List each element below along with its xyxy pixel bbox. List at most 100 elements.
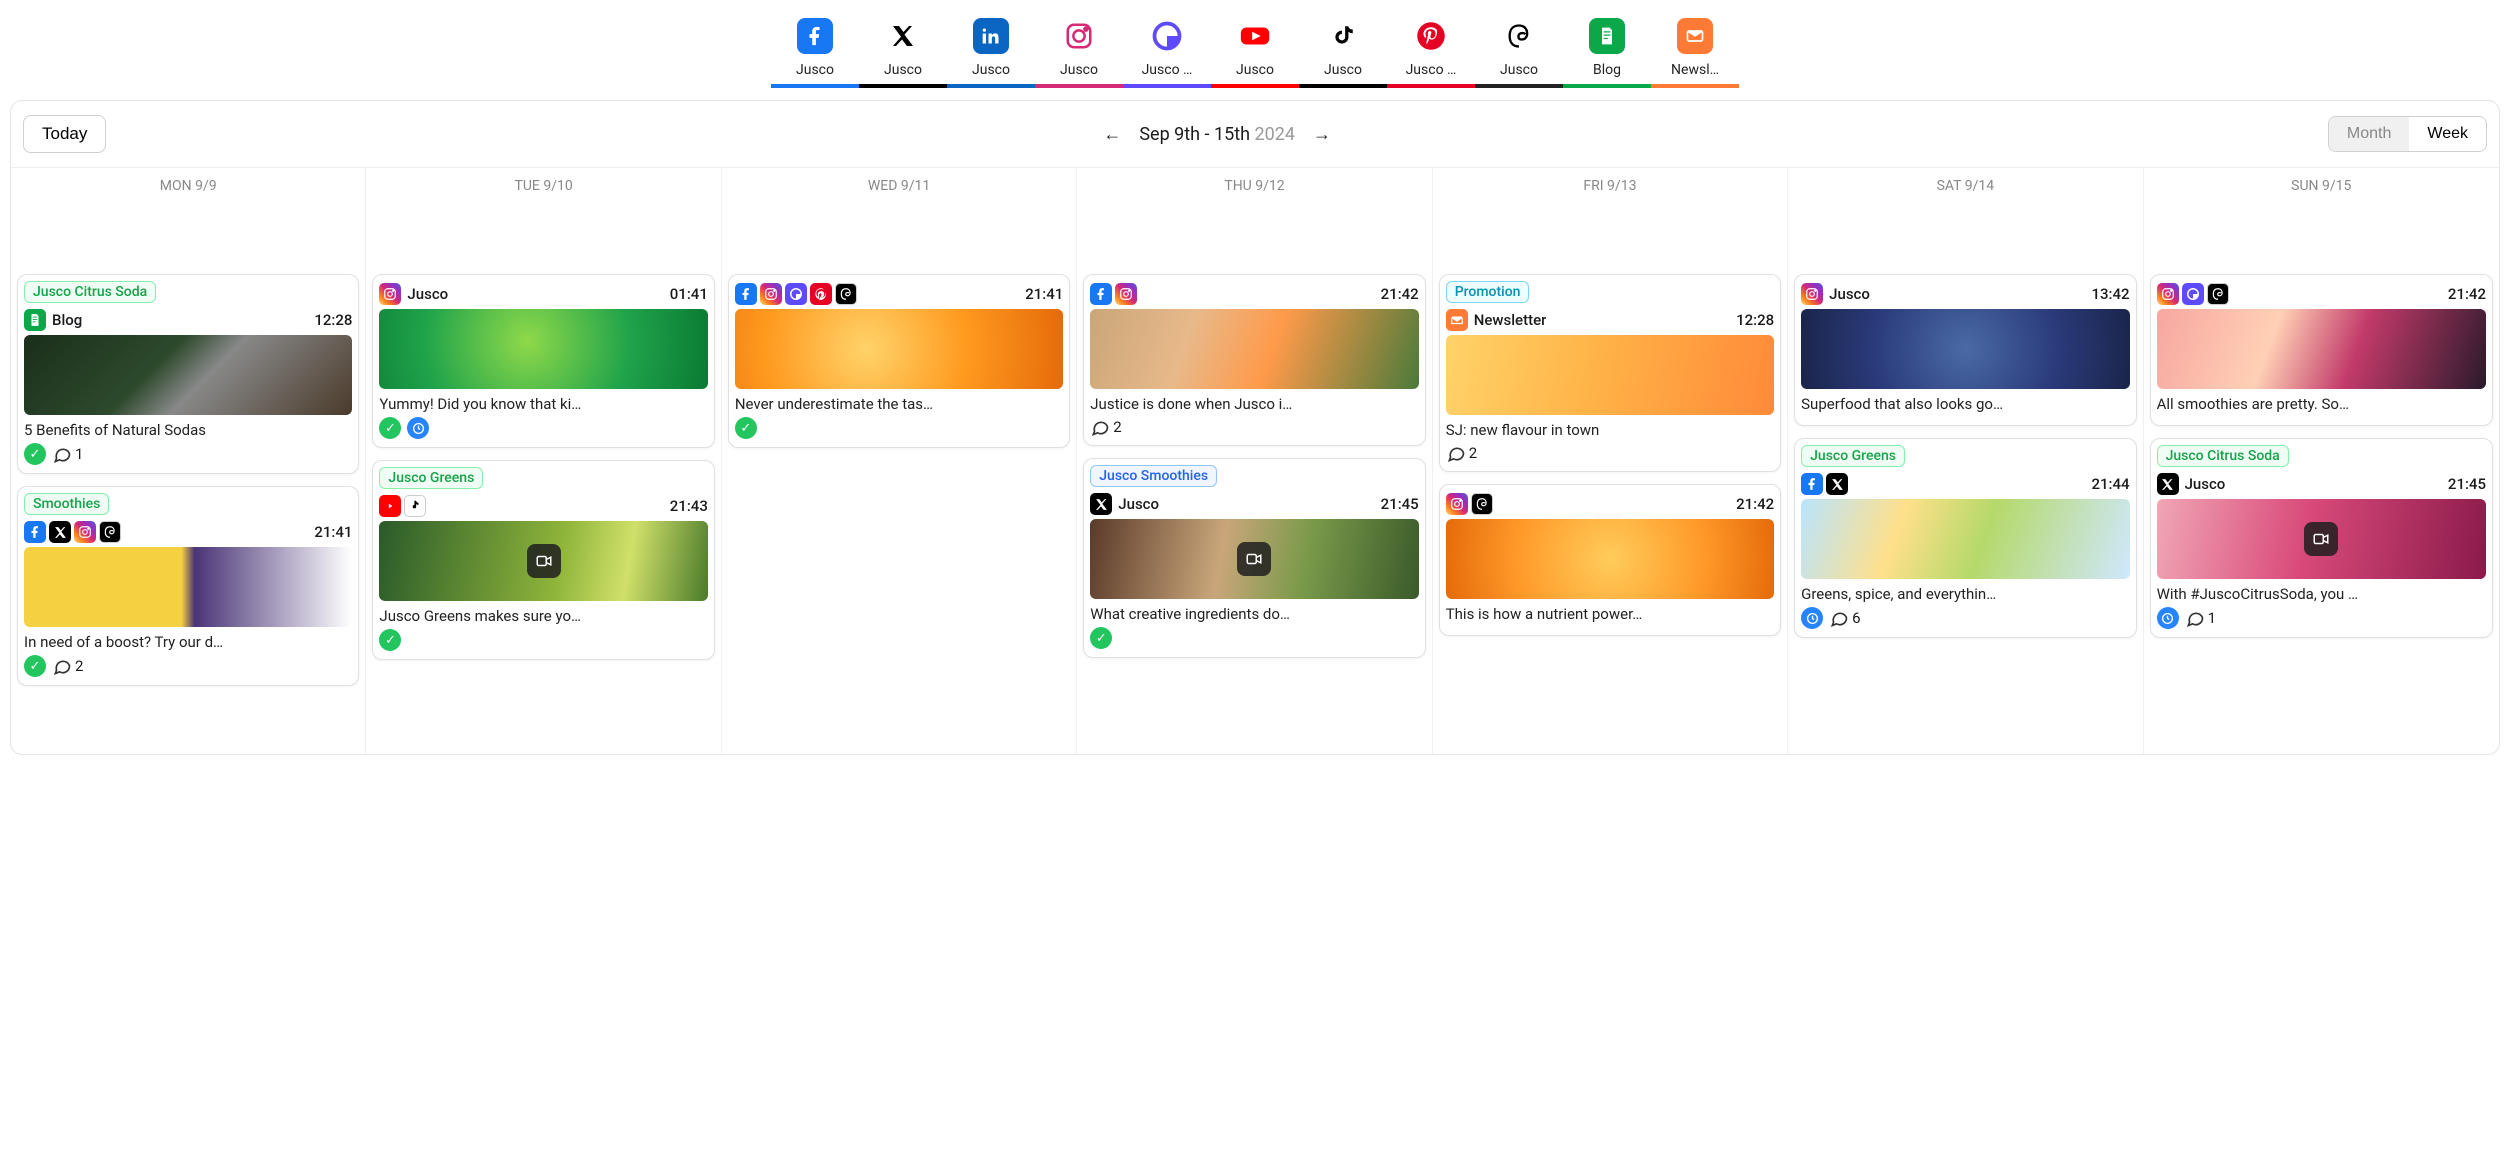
approved-icon: ✓	[24, 443, 46, 465]
channel-tab-youtube[interactable]: Jusco	[1211, 18, 1299, 88]
day-column-mon[interactable]: Jusco Citrus SodaBlog12:285 Benefits of …	[11, 204, 366, 754]
card-thumbnail	[735, 309, 1063, 389]
gbp-icon	[785, 283, 807, 305]
x-icon	[1826, 473, 1848, 495]
channel-tab-blog[interactable]: Blog	[1563, 18, 1651, 88]
card-time: 21:45	[2448, 475, 2486, 493]
platform-icons	[24, 309, 46, 331]
news-icon	[1677, 18, 1713, 54]
card-tag: Jusco Citrus Soda	[24, 281, 156, 303]
post-card[interactable]: Jusco01:41Yummy! Did you know that ki…✓	[372, 274, 714, 448]
platform-icons	[1801, 473, 1848, 495]
card-caption: 5 Benefits of Natural Sodas	[24, 421, 352, 439]
prev-week-button[interactable]: ←	[1103, 124, 1121, 145]
channel-tab-gbp[interactable]: Jusco …	[1123, 18, 1211, 88]
card-source-row: 21:43	[379, 495, 707, 517]
channel-tab-news[interactable]: Newsl…	[1651, 18, 1739, 88]
card-caption: SJ: new flavour in town	[1446, 421, 1774, 439]
comment-count[interactable]: 2	[1446, 443, 1477, 463]
post-card[interactable]: Jusco Citrus SodaBlog12:285 Benefits of …	[17, 274, 359, 474]
channel-label: Jusco	[1236, 62, 1274, 78]
date-range-text: Sep 9th - 15th	[1139, 124, 1250, 145]
platform-icons	[2157, 473, 2179, 495]
post-card[interactable]: PromotionNewsletter12:28SJ: new flavour …	[1439, 274, 1781, 472]
linkedin-icon	[973, 18, 1009, 54]
channel-label: Jusco	[1060, 62, 1098, 78]
comment-count[interactable]: 2	[1090, 417, 1121, 437]
card-caption: In need of a boost? Try our d…	[24, 633, 352, 651]
card-time: 13:42	[2092, 285, 2130, 303]
video-icon	[1237, 542, 1271, 576]
instagram-icon	[760, 283, 782, 305]
card-status-row: ✓	[1090, 627, 1418, 649]
next-week-button[interactable]: →	[1313, 124, 1331, 145]
post-card[interactable]: 21:42All smoothies are pretty. So…	[2150, 274, 2493, 426]
post-card[interactable]: 21:41Never underestimate the tas…✓	[728, 274, 1070, 448]
day-header: SAT 9/14	[1788, 168, 2143, 204]
platform-icons	[735, 283, 857, 305]
scheduled-icon	[1801, 607, 1823, 629]
card-status-row: 2	[1090, 417, 1418, 437]
post-card[interactable]: Smoothies21:41In need of a boost? Try ou…	[17, 486, 359, 686]
card-source-row: 21:41	[24, 521, 352, 543]
card-tag: Jusco Greens	[1801, 445, 1905, 467]
card-time: 12:28	[314, 311, 352, 329]
comment-count[interactable]: 2	[52, 656, 83, 676]
card-time: 21:43	[670, 497, 708, 515]
comment-count[interactable]: 6	[1829, 608, 1860, 628]
day-column-tue[interactable]: Jusco01:41Yummy! Did you know that ki…✓J…	[366, 204, 721, 754]
card-thumbnail	[1090, 309, 1418, 389]
post-card[interactable]: Jusco SmoothiesJusco21:45What creative i…	[1083, 458, 1425, 658]
card-thumbnail	[379, 521, 707, 601]
day-column-sun[interactable]: 21:42All smoothies are pretty. So…Jusco …	[2144, 204, 2499, 754]
post-card[interactable]: 21:42Justice is done when Jusco i…2	[1083, 274, 1425, 446]
day-column-sat[interactable]: Jusco13:42Superfood that also looks go…J…	[1788, 204, 2143, 754]
youtube-icon	[1237, 18, 1273, 54]
comment-count[interactable]: 1	[2185, 608, 2216, 628]
instagram-icon	[1446, 493, 1468, 515]
month-view-button[interactable]: Month	[2329, 117, 2409, 151]
post-card[interactable]: Jusco Greens21:43Jusco Greens makes sure…	[372, 460, 714, 660]
day-column-thu[interactable]: 21:42Justice is done when Jusco i…2Jusco…	[1077, 204, 1432, 754]
channel-label: Newsl…	[1671, 62, 1719, 78]
video-icon	[527, 544, 561, 578]
post-card[interactable]: Jusco Greens21:44Greens, spice, and ever…	[1794, 438, 2136, 638]
channel-tab-pinterest[interactable]: Jusco …	[1387, 18, 1475, 88]
card-caption: What creative ingredients do…	[1090, 605, 1418, 623]
post-card[interactable]: Jusco Citrus SodaJusco21:45With #JuscoCi…	[2150, 438, 2493, 638]
day-header: MON 9/9	[11, 168, 366, 204]
channel-tab-instagram[interactable]: Jusco	[1035, 18, 1123, 88]
day-column-wed[interactable]: 21:41Never underestimate the tas…✓	[722, 204, 1077, 754]
youtube-icon	[379, 495, 401, 517]
post-card[interactable]: Jusco13:42Superfood that also looks go…	[1794, 274, 2136, 426]
week-view-button[interactable]: Week	[2409, 117, 2486, 151]
platform-icons	[1801, 283, 1823, 305]
post-card[interactable]: 21:42This is how a nutrient power…	[1439, 484, 1781, 636]
platform-icons	[2157, 283, 2229, 305]
view-switch: Month Week	[2328, 116, 2487, 152]
threads-icon	[1471, 493, 1493, 515]
card-status-row: 2	[1446, 443, 1774, 463]
card-thumbnail	[2157, 309, 2486, 389]
approved-icon: ✓	[379, 629, 401, 651]
channel-tab-tiktok[interactable]: Jusco	[1299, 18, 1387, 88]
instagram-icon	[74, 521, 96, 543]
instagram-icon	[1115, 283, 1137, 305]
channel-tab-threads[interactable]: Jusco	[1475, 18, 1563, 88]
channel-tab-linkedin[interactable]: Jusco	[947, 18, 1035, 88]
card-source-name: Newsletter	[1474, 311, 1547, 329]
channel-tab-x[interactable]: Jusco	[859, 18, 947, 88]
card-source-row: Jusco01:41	[379, 283, 707, 305]
channel-tab-facebook[interactable]: Jusco	[771, 18, 859, 88]
card-source-row: 21:41	[735, 283, 1063, 305]
channel-label: Jusco	[1500, 62, 1538, 78]
gbp-icon	[2182, 283, 2204, 305]
card-source-row: Jusco21:45	[1090, 493, 1418, 515]
today-button[interactable]: Today	[23, 115, 106, 153]
card-source-row: Jusco13:42	[1801, 283, 2129, 305]
comment-count[interactable]: 1	[52, 444, 83, 464]
day-header: FRI 9/13	[1433, 168, 1788, 204]
day-column-fri[interactable]: PromotionNewsletter12:28SJ: new flavour …	[1433, 204, 1788, 754]
card-source-row: Jusco21:45	[2157, 473, 2486, 495]
x-icon	[2157, 473, 2179, 495]
